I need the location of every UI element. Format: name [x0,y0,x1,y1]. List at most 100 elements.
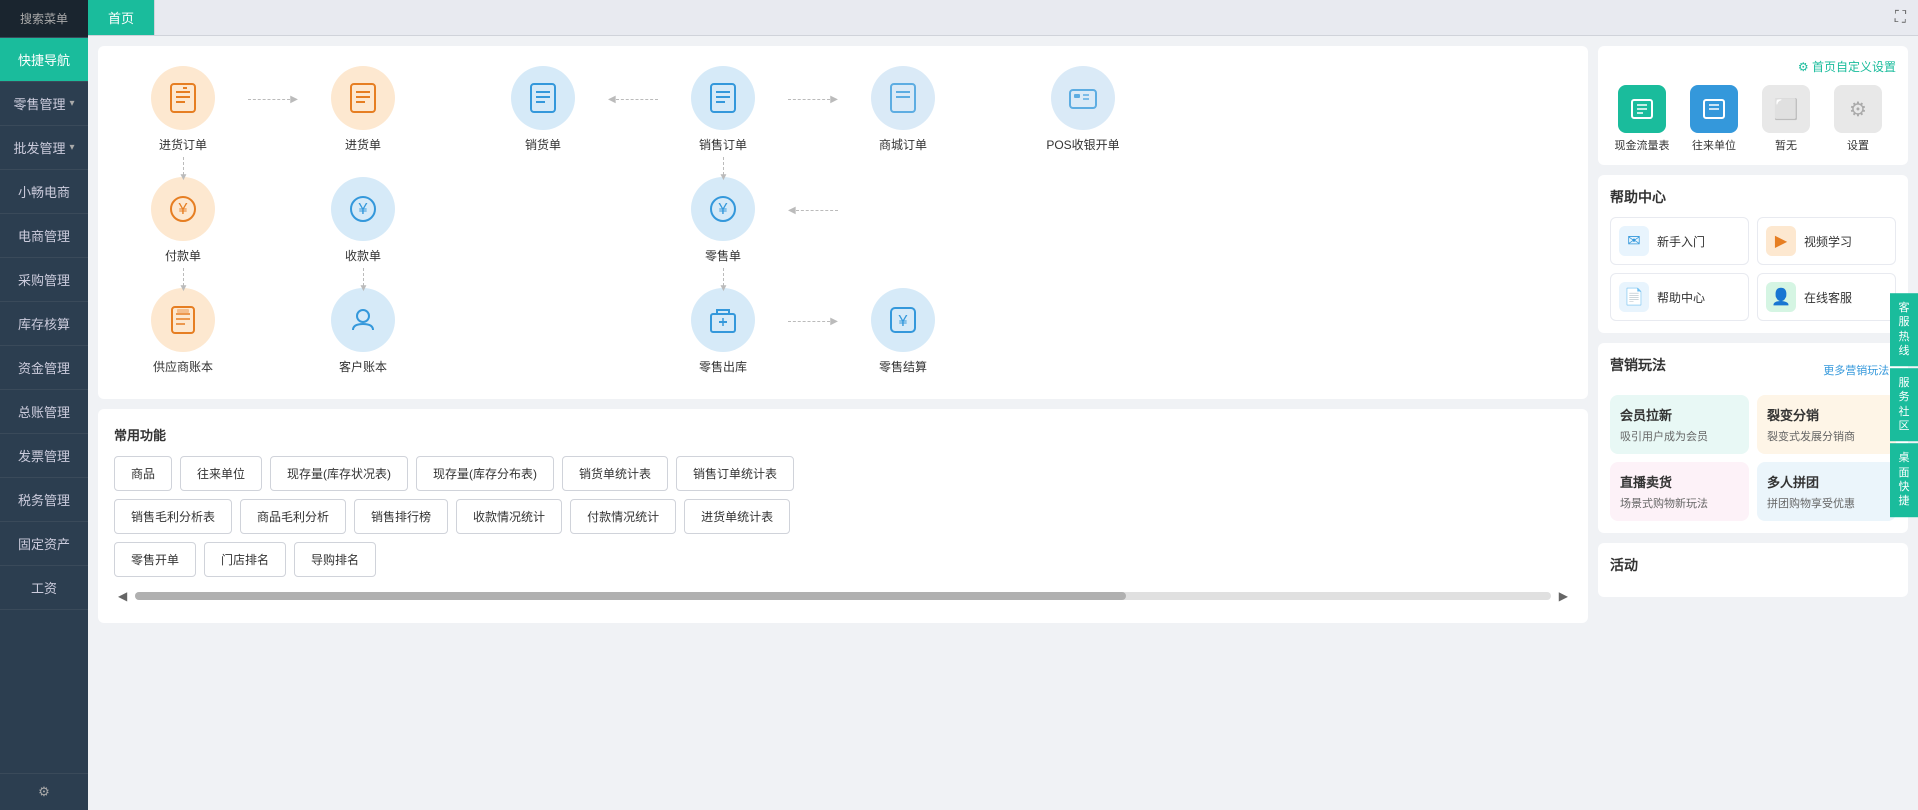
func-btn-xiancunliang1[interactable]: 现存量(库存状况表) [270,456,408,491]
more-marketing-link[interactable]: 更多营销玩法 › [1823,362,1896,378]
svg-text:¥: ¥ [358,201,368,218]
sidebar-item-label: 工资 [31,578,57,597]
func-btn-xiancunliang2[interactable]: 现存量(库存分布表) [416,456,554,491]
sidebar-item-kuaijie[interactable]: 快捷导航 [0,38,88,82]
sidebar-item-pifa[interactable]: 批发管理 ▾ [0,126,88,170]
help-label-online: 在线客服 [1804,289,1852,306]
wf-node-jinhuodan[interactable]: 进货单 [298,66,428,153]
func-btn-mdpm[interactable]: 门店排名 [204,542,286,577]
right-panel: ⚙ 首页自定义设置 现金流量表 往来单位 [1598,36,1918,810]
sidebar-item-label: 发票管理 [18,446,70,465]
sidebar-item-lingshou[interactable]: 零售管理 ▾ [0,82,88,126]
activity-box: 活动 [1598,543,1908,597]
wf-node-lingshoujiesuan[interactable]: ¥ 零售结算 [838,288,968,375]
wf-node-lingshouduan[interactable]: ¥ 零售单 [658,177,788,264]
scroll-track[interactable] [135,592,1551,600]
wf-circle-11 [331,288,395,352]
float-btn-zhuomian[interactable]: 桌面快捷 [1890,444,1918,517]
wf-circle-9: ¥ [691,177,755,241]
sidebar-item-caigou[interactable]: 采购管理 [0,258,88,302]
wf-node-kehuzb[interactable]: 客户账本 [298,288,428,375]
help-item-video[interactable]: ▶ 视频学习 [1757,217,1896,265]
expand-button[interactable]: ⛶ [1883,9,1918,27]
doc-icon: 📄 [1619,282,1649,312]
help-item-newbie[interactable]: ✉ 新手入门 [1610,217,1749,265]
sidebar-item-fapiao[interactable]: 发票管理 [0,434,88,478]
wf-circle-10 [151,288,215,352]
func-btn-shangpin[interactable]: 商品 [114,456,172,491]
qi-item-zanwu[interactable]: ⬜ 暂无 [1754,85,1818,153]
sidebar-settings-button[interactable]: ⚙ [0,773,88,810]
mkt-desc-pintuan: 拼团购物享受优惠 [1767,495,1886,511]
qi-icon-zanwu: ⬜ [1762,85,1810,133]
sidebar-item-dianshang[interactable]: 电商管理 [0,214,88,258]
func-btn-lskd[interactable]: 零售开单 [114,542,196,577]
sidebar-item-zijin[interactable]: 资金管理 [0,346,88,390]
wf-node-shangchengdingdan[interactable]: 商城订单 [838,66,968,153]
sidebar-item-label: 库存核算 [18,314,70,333]
sidebar-item-gudingzichan[interactable]: 固定资产 [0,522,88,566]
mkt-item-liebian[interactable]: 裂变分销 裂变式发展分销商 [1757,395,1896,454]
wf-circle-4 [691,66,755,130]
mkt-title-liebian: 裂变分销 [1767,405,1886,424]
wf-node-xiaohouduan[interactable]: 销货单 [478,66,608,153]
help-item-help[interactable]: 📄 帮助中心 [1610,273,1749,321]
help-center-box: 帮助中心 ✉ 新手入门 ▶ 视频学习 📄 帮助中心 👤 [1598,175,1908,333]
sidebar-item-kucun[interactable]: 库存核算 [0,302,88,346]
mkt-item-pintuan[interactable]: 多人拼团 拼团购物享受优惠 [1757,462,1896,521]
customize-settings-link[interactable]: ⚙ 首页自定义设置 [1610,58,1896,75]
func-btn-wanglaidanwei[interactable]: 往来单位 [180,456,262,491]
wf-circle-7: ¥ [151,177,215,241]
help-label-newbie: 新手入门 [1657,233,1705,250]
wf-node-xiaoshoudingdan[interactable]: 销售订单 [658,66,788,153]
sidebar-item-zhangzhang[interactable]: 总账管理 [0,390,88,434]
qi-item-wldy[interactable]: 往来单位 [1682,85,1746,153]
qi-item-jlb[interactable]: 现金流量表 [1610,85,1674,153]
func-btn-dgpm[interactable]: 导购排名 [294,542,376,577]
qi-icon-settings: ⚙ [1834,85,1882,133]
wf-node-jinhuodingdan[interactable]: 进货订单 [118,66,248,153]
scroll-thumb [135,592,1126,600]
svg-text:¥: ¥ [898,313,908,330]
wf-circle-1 [151,66,215,130]
wf-node-gongyingshangzb[interactable]: 供应商账本 [118,288,248,375]
func-btn-xiaohoudantj[interactable]: 销货单统计表 [562,456,668,491]
func-btn-sktj[interactable]: 收款情况统计 [456,499,562,534]
wf-node-pos[interactable]: POS收银开单 [1018,66,1148,153]
wf-node-shoukuandan[interactable]: ¥ 收款单 [298,177,428,264]
func-btn-xsphb[interactable]: 销售排行榜 [354,499,448,534]
qi-item-settings[interactable]: ⚙ 设置 [1826,85,1890,153]
mkt-desc-huiyuan: 吸引用户成为会员 [1620,428,1739,444]
wf-circle-8: ¥ [331,177,395,241]
sidebar-item-xiaochang[interactable]: 小畅电商 [0,170,88,214]
mkt-title-pintuan: 多人拼团 [1767,472,1886,491]
sidebar-item-shuiwu[interactable]: 税务管理 [0,478,88,522]
scroll-row: ◀ ▶ [114,585,1572,607]
tab-bar: 首页 ⛶ [88,0,1918,36]
func-btn-xsmlyfx[interactable]: 销售毛利分析表 [114,499,232,534]
wf-node-fukuandan[interactable]: ¥ 付款单 [118,177,248,264]
chevron-down-icon: ▾ [69,98,74,109]
func-btn-jhdtj[interactable]: 进货单统计表 [684,499,790,534]
scroll-right-arrow[interactable]: ▶ [1555,589,1572,603]
func-btn-xiaoshoudingdantj[interactable]: 销售订单统计表 [676,456,794,491]
scroll-left-arrow[interactable]: ◀ [114,589,131,603]
mkt-item-huiyuan[interactable]: 会员拉新 吸引用户成为会员 [1610,395,1749,454]
help-item-online[interactable]: 👤 在线客服 [1757,273,1896,321]
qi-label-zanwu: 暂无 [1775,137,1797,153]
float-btn-kefu[interactable]: 客服热线 [1890,293,1918,366]
wf-label-6: POS收银开单 [1046,136,1119,153]
float-btn-shequ[interactable]: 服务社区 [1890,368,1918,441]
wf-label-8: 收款单 [345,247,381,264]
quick-icons-panel: ⚙ 首页自定义设置 现金流量表 往来单位 [1598,46,1908,165]
wf-node-lingshouchuku[interactable]: 零售出库 [658,288,788,375]
sidebar-search[interactable]: 搜索菜单 [0,0,88,38]
sidebar-item-label: 采购管理 [18,270,70,289]
tab-home[interactable]: 首页 [88,0,155,35]
func-btn-spmlyfx[interactable]: 商品毛利分析 [240,499,346,534]
play-icon: ▶ [1766,226,1796,256]
sidebar-item-gongzi[interactable]: 工资 [0,566,88,610]
mkt-desc-liebian: 裂变式发展分销商 [1767,428,1886,444]
mkt-item-zhibo[interactable]: 直播卖货 场景式购物新玩法 [1610,462,1749,521]
func-btn-fktj[interactable]: 付款情况统计 [570,499,676,534]
